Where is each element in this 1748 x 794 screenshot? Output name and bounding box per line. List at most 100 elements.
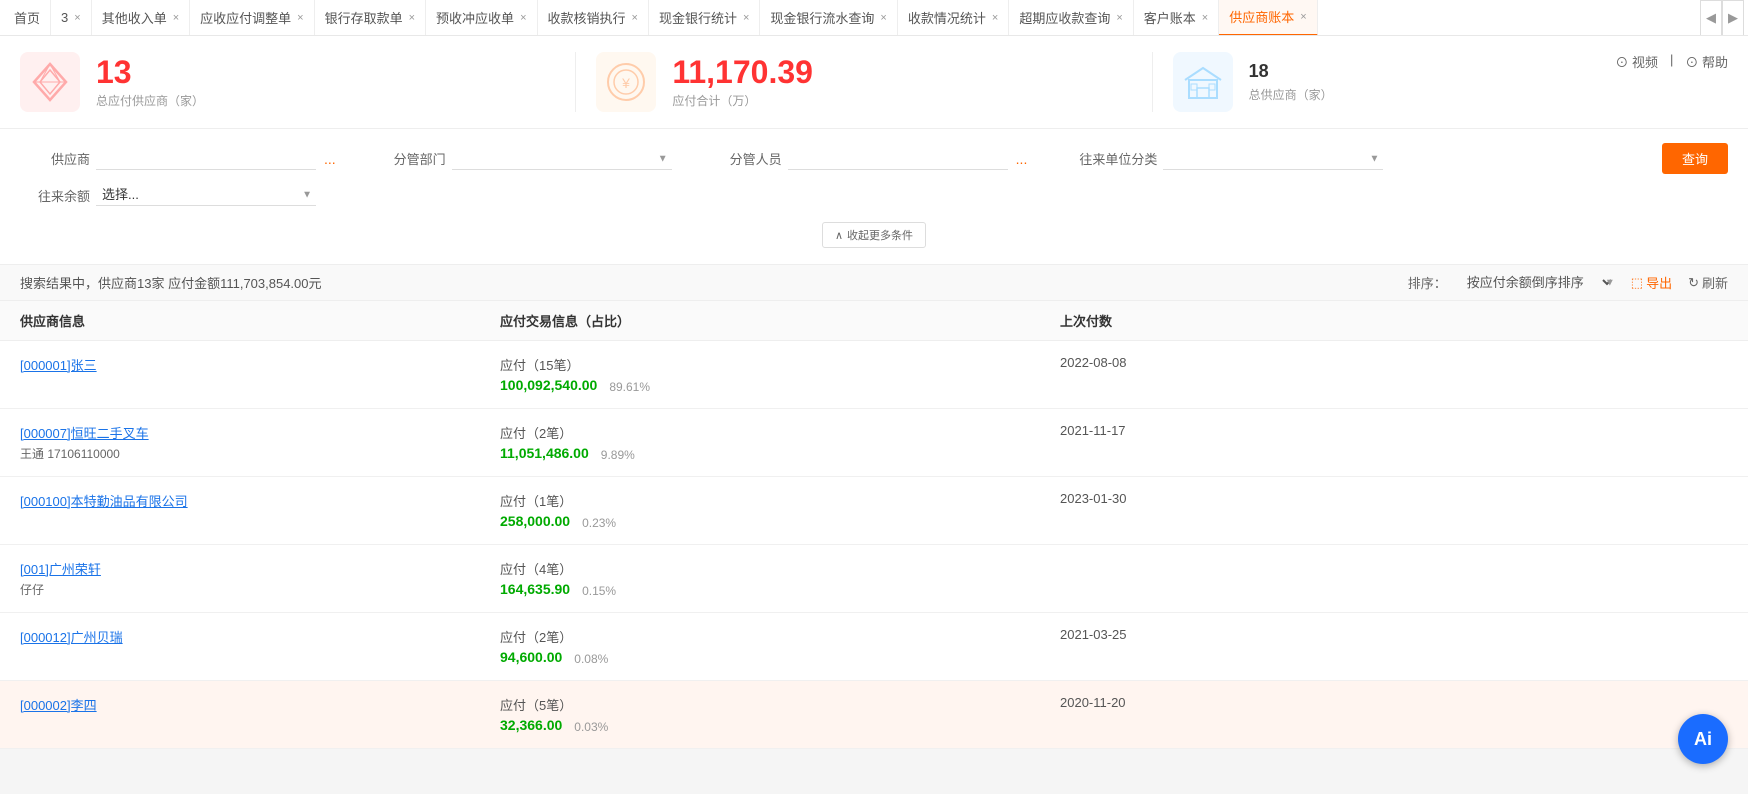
last-pay-date-6: 2020-11-20 (1060, 695, 1126, 710)
summary-card-payable-suppliers: 13 总应付供应商（家） (20, 52, 576, 112)
nav-tab-supplier-ledger[interactable]: 供应商账本 × (1219, 0, 1317, 36)
table-row[interactable]: [000007]恒旺二手叉车 王通 17106110000 应付（2笔） 11,… (0, 409, 1748, 477)
transaction-pct-5: 0.08% (574, 652, 608, 666)
summary-card-payable-amount: ¥ 11,170.39 应付合计（万） (596, 52, 1152, 112)
nav-tab-prepay-offset[interactable]: 预收冲应收单 × (426, 0, 537, 36)
close-icon[interactable]: × (880, 12, 886, 24)
transaction-label-2: 应付（2笔） (500, 426, 572, 441)
nav-tab-ar-ap-adjust[interactable]: 应收应付调整单 × (190, 0, 314, 36)
filter-item-dept: 分管部门 (376, 148, 672, 170)
supplier-info-4: [001]广州荣轩 仔仔 (20, 559, 500, 598)
close-icon[interactable]: × (520, 12, 526, 24)
close-icon[interactable]: × (297, 12, 303, 24)
transaction-label-3: 应付（1笔） (500, 494, 572, 509)
nav-tab-receipt-stat[interactable]: 收款情况统计 × (898, 0, 1009, 36)
dept-select-wrap (452, 148, 672, 170)
payable-amount-value: 11,170.39 (672, 56, 813, 88)
supplier-label: 供应商 (20, 149, 90, 168)
transaction-amount-5: 94,600.00 (500, 649, 562, 665)
sort-select[interactable]: 按应付余额倒序排序 (1463, 274, 1615, 291)
col-header-lastpay: 上次付数 (1060, 311, 1728, 330)
filter-item-category: 往来单位分类 (1067, 148, 1383, 170)
summary-text-payable-suppliers: 13 总应付供应商（家） (96, 56, 204, 109)
table-header: 供应商信息 应付交易信息（占比） 上次付数 (0, 301, 1748, 341)
balance-select-wrap: 选择... (96, 184, 316, 206)
nav-tab-other-income[interactable]: 其他收入单 × (92, 0, 190, 36)
transaction-amount-3: 258,000.00 (500, 513, 570, 529)
table-row[interactable]: [000001]张三 应付（15笔） 100,092,540.00 89.61%… (0, 341, 1748, 409)
nav-left-arrow[interactable]: ◀ (1700, 0, 1722, 36)
close-icon[interactable]: × (1300, 11, 1306, 23)
supplier-name-1[interactable]: [000001]张三 (20, 355, 500, 374)
transaction-info-5: 应付（2笔） 94,600.00 0.08% (500, 627, 1060, 666)
last-pay-6: 2020-11-20 (1060, 695, 1728, 710)
person-input[interactable] (788, 148, 1008, 170)
nav-tab-customer-ledger[interactable]: 客户账本 × (1134, 0, 1219, 36)
close-icon[interactable]: × (1116, 12, 1122, 24)
transaction-pct-6: 0.03% (574, 720, 608, 734)
nav-tab-home[interactable]: 首页 (4, 0, 51, 36)
table: 供应商信息 应付交易信息（占比） 上次付数 [000001]张三 应付（15笔）… (0, 301, 1748, 749)
table-row[interactable]: [000100]本特勤油品有限公司 应付（1笔） 258,000.00 0.23… (0, 477, 1748, 545)
supplier-name-4[interactable]: [001]广州荣轩 (20, 559, 500, 578)
transaction-pct-4: 0.15% (582, 584, 616, 598)
nav-tab-cash-flow-query[interactable]: 现金银行流水查询 × (760, 0, 897, 36)
transaction-label-1: 应付（15笔） (500, 358, 579, 373)
transaction-pct-3: 0.23% (582, 516, 616, 530)
supplier-name-2[interactable]: [000007]恒旺二手叉车 (20, 423, 500, 442)
last-pay-2: 2021-11-17 (1060, 423, 1728, 438)
close-icon[interactable]: × (74, 12, 80, 24)
help-link[interactable]: ⊙ 帮助 (1685, 52, 1728, 71)
collapse-label: 收起更多条件 (847, 227, 913, 243)
person-label: 分管人员 (712, 149, 782, 168)
nav-tab-3[interactable]: 3 × (51, 0, 92, 36)
nav-tab-cash-bank-stat[interactable]: 现金银行统计 × (649, 0, 760, 36)
export-label: 导出 (1646, 273, 1672, 292)
collapse-button[interactable]: ∧ 收起更多条件 (822, 222, 926, 248)
close-icon[interactable]: × (632, 12, 638, 24)
nav-arrows: ◀ ▶ (1700, 0, 1744, 36)
table-row[interactable]: [000002]李四 应付（5笔） 32,366.00 0.03% 2020-1… (0, 681, 1748, 749)
payable-suppliers-label: 总应付供应商（家） (96, 92, 204, 109)
category-select[interactable] (1163, 148, 1383, 170)
result-bar: 搜索结果中，供应商13家 应付金额111,703,854.00元 排序： 按应付… (0, 265, 1748, 301)
balance-select[interactable]: 选择... (96, 184, 316, 206)
nav-right-arrow[interactable]: ▶ (1722, 0, 1744, 36)
total-suppliers-value: 18 (1249, 61, 1333, 82)
summary-text-total-suppliers: 18 总供应商（家） (1249, 61, 1333, 103)
filter-area: 供应商 ... 分管部门 分管人员 ... 往来单位分类 (0, 129, 1748, 265)
filter-item-balance: 往来余额 选择... (20, 184, 316, 206)
filter-item-supplier: 供应商 ... (20, 148, 336, 170)
video-link[interactable]: ⊙ 视频 (1615, 52, 1658, 71)
export-button[interactable]: ⬚ 导出 (1631, 273, 1672, 292)
table-row[interactable]: [000012]广州贝瑞 应付（2笔） 94,600.00 0.08% 2021… (0, 613, 1748, 681)
close-icon[interactable]: × (992, 12, 998, 24)
supplier-name-6[interactable]: [000002]李四 (20, 695, 500, 714)
last-pay-date-2: 2021-11-17 (1060, 423, 1126, 438)
table-row[interactable]: [001]广州荣轩 仔仔 应付（4笔） 164,635.90 0.15% (0, 545, 1748, 613)
nav-tab-payment-verify[interactable]: 收款核销执行 × (538, 0, 649, 36)
search-button[interactable]: 查询 (1662, 143, 1728, 174)
close-icon[interactable]: × (743, 12, 749, 24)
supplier-dots[interactable]: ... (324, 151, 336, 167)
supplier-input[interactable] (96, 148, 316, 170)
transaction-info-3: 应付（1笔） 258,000.00 0.23% (500, 491, 1060, 530)
supplier-name-5[interactable]: [000012]广州贝瑞 (20, 627, 500, 646)
close-icon[interactable]: × (409, 12, 415, 24)
close-icon[interactable]: × (1202, 12, 1208, 24)
summary-text-payable-amount: 11,170.39 应付合计（万） (672, 56, 813, 109)
dept-select[interactable] (452, 148, 672, 170)
transaction-pct-1: 89.61% (609, 380, 650, 394)
person-dots[interactable]: ... (1016, 151, 1028, 167)
nav-tab-overdue-query[interactable]: 超期应收款查询 × (1009, 0, 1133, 36)
transaction-info-4: 应付（4笔） 164,635.90 0.15% (500, 559, 1060, 598)
nav-tab-bank-deposit[interactable]: 银行存取款单 × (315, 0, 426, 36)
ai-button[interactable]: Ai (1678, 714, 1728, 764)
category-select-wrap (1163, 148, 1383, 170)
supplier-name-3[interactable]: [000100]本特勤油品有限公司 (20, 491, 500, 510)
close-icon[interactable]: × (173, 12, 179, 24)
col-header-supplier: 供应商信息 (20, 311, 500, 330)
transaction-label-4: 应付（4笔） (500, 562, 572, 577)
supplier-info-1: [000001]张三 (20, 355, 500, 374)
refresh-button[interactable]: ↻ 刷新 (1688, 273, 1728, 292)
